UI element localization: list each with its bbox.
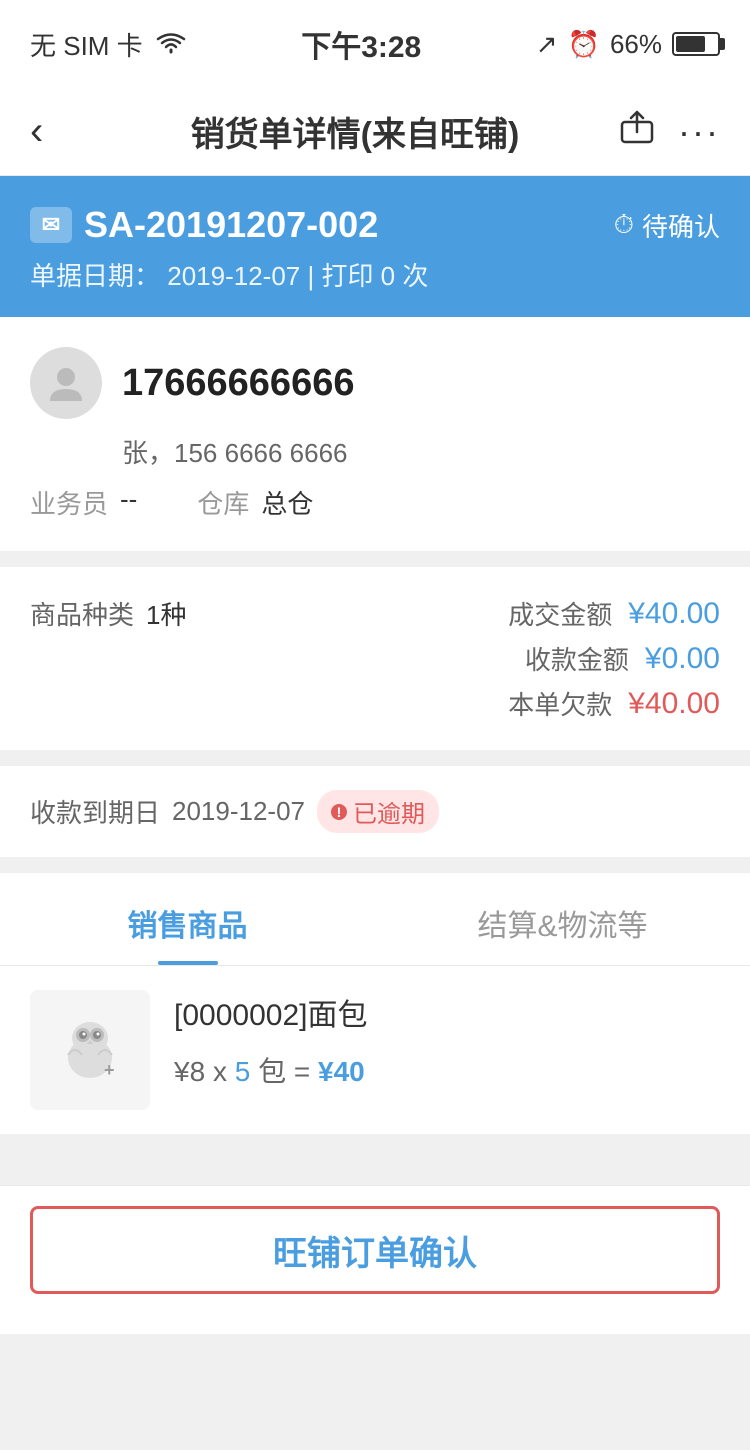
wifi-icon	[155, 32, 187, 56]
status-text: 待确认	[642, 207, 720, 244]
product-unit: 包	[258, 1056, 286, 1087]
product-quantity: 5	[235, 1056, 251, 1087]
battery-percent: 66%	[610, 29, 662, 60]
product-calc: ¥8 x 5 包 = ¥40	[174, 1050, 720, 1090]
transaction-amount-row: 成交金额 ¥40.00	[508, 595, 720, 632]
tab-sales-products[interactable]: 销售商品	[0, 873, 375, 965]
overdue-text: 已逾期	[353, 794, 425, 829]
transaction-label: 成交金额	[508, 595, 612, 632]
overdue-icon: !	[331, 804, 347, 820]
product-count-value: 1种	[146, 595, 186, 632]
multiply-sign: x	[213, 1056, 227, 1087]
status-time: 下午3:28	[301, 22, 421, 66]
due-amount-value: ¥40.00	[628, 687, 720, 721]
transaction-value: ¥40.00	[628, 597, 720, 631]
received-label: 收款金额	[525, 640, 629, 677]
order-date: 单据日期： 2019-12-07 | 打印 0 次	[30, 256, 720, 293]
page-title: 销货单详情(来自旺铺)	[191, 107, 520, 156]
warehouse-meta: 仓库 总仓	[197, 484, 313, 521]
due-amount-row: 本单欠款 ¥40.00	[508, 685, 720, 722]
alarm-icon: ⏰	[568, 29, 600, 60]
status-clock-icon: ⏱	[614, 209, 634, 241]
sales-label: 业务员	[30, 484, 108, 521]
order-type-icon: ✉	[30, 207, 72, 243]
customer-phone: 17666666666	[122, 362, 354, 405]
due-date-value: 2019-12-07	[172, 796, 305, 827]
battery-icon	[672, 32, 720, 56]
customer-top: 17666666666	[30, 347, 720, 419]
due-date-label: 收款到期日	[30, 793, 160, 830]
due-date-section: 收款到期日 2019-12-07 ! 已逾期	[0, 766, 750, 857]
warehouse-value: 总仓	[261, 484, 313, 521]
order-header: ✉ SA-20191207-002 ⏱ 待确认 单据日期： 2019-12-07…	[0, 176, 750, 317]
product-section: + [0000002]面包 ¥8 x 5 包 = ¥40	[0, 966, 750, 1134]
nav-bar: ‹ 销货单详情(来自旺铺) ···	[0, 88, 750, 176]
equals-sign: =	[294, 1056, 310, 1087]
back-button[interactable]: ‹	[30, 109, 90, 154]
order-status: ⏱ 待确认	[614, 207, 720, 244]
product-owl-logo: +	[50, 1020, 130, 1080]
product-info: [0000002]面包 ¥8 x 5 包 = ¥40	[174, 990, 720, 1090]
status-left: 无 SIM 卡	[30, 26, 187, 63]
received-amount-row: 收款金额 ¥0.00	[525, 640, 720, 677]
share-button[interactable]	[620, 110, 654, 153]
amounts-right: 成交金额 ¥40.00 收款金额 ¥0.00 本单欠款 ¥40.00	[508, 595, 720, 722]
product-count-left: 商品种类 1种	[30, 595, 186, 632]
nav-actions: ···	[620, 110, 720, 153]
avatar	[30, 347, 102, 419]
tabs-section: 销售商品 结算&物流等	[0, 873, 750, 966]
product-price: ¥8	[174, 1056, 205, 1087]
order-header-top: ✉ SA-20191207-002 ⏱ 待确认	[30, 204, 720, 246]
due-amount-label: 本单欠款	[508, 685, 612, 722]
tab-settlement-logistics[interactable]: 结算&物流等	[375, 873, 750, 965]
bottom-bar: 旺铺订单确认	[0, 1185, 750, 1334]
overdue-badge: ! 已逾期	[317, 790, 439, 833]
received-value: ¥0.00	[645, 642, 720, 676]
status-right: ↗ ⏰ 66%	[536, 29, 720, 60]
warehouse-label: 仓库	[197, 484, 249, 521]
summary-row: 商品种类 1种 成交金额 ¥40.00 收款金额 ¥0.00 本单欠款 ¥40.…	[30, 595, 720, 722]
carrier-text: 无 SIM 卡	[30, 26, 143, 63]
status-bar: 无 SIM 卡 下午3:28 ↗ ⏰ 66%	[0, 0, 750, 88]
more-button[interactable]: ···	[678, 111, 720, 153]
svg-text:+: +	[104, 1060, 115, 1080]
confirm-button[interactable]: 旺铺订单确认	[30, 1206, 720, 1294]
tabs-row: 销售商品 结算&物流等	[0, 873, 750, 966]
customer-meta: 业务员 -- 仓库 总仓	[30, 484, 720, 521]
product-total: ¥40	[318, 1056, 365, 1087]
summary-section: 商品种类 1种 成交金额 ¥40.00 收款金额 ¥0.00 本单欠款 ¥40.…	[0, 567, 750, 750]
product-name: [0000002]面包	[174, 990, 720, 1034]
order-id: ✉ SA-20191207-002	[30, 204, 378, 246]
customer-contact: 张，156 6666 6666	[30, 433, 720, 470]
sales-meta: 业务员 --	[30, 484, 137, 521]
product-image: +	[30, 990, 150, 1110]
product-count-label: 商品种类	[30, 595, 134, 632]
location-icon: ↗	[536, 29, 558, 60]
sales-value: --	[120, 484, 137, 521]
customer-section: 17666666666 张，156 6666 6666 业务员 -- 仓库 总仓	[0, 317, 750, 551]
